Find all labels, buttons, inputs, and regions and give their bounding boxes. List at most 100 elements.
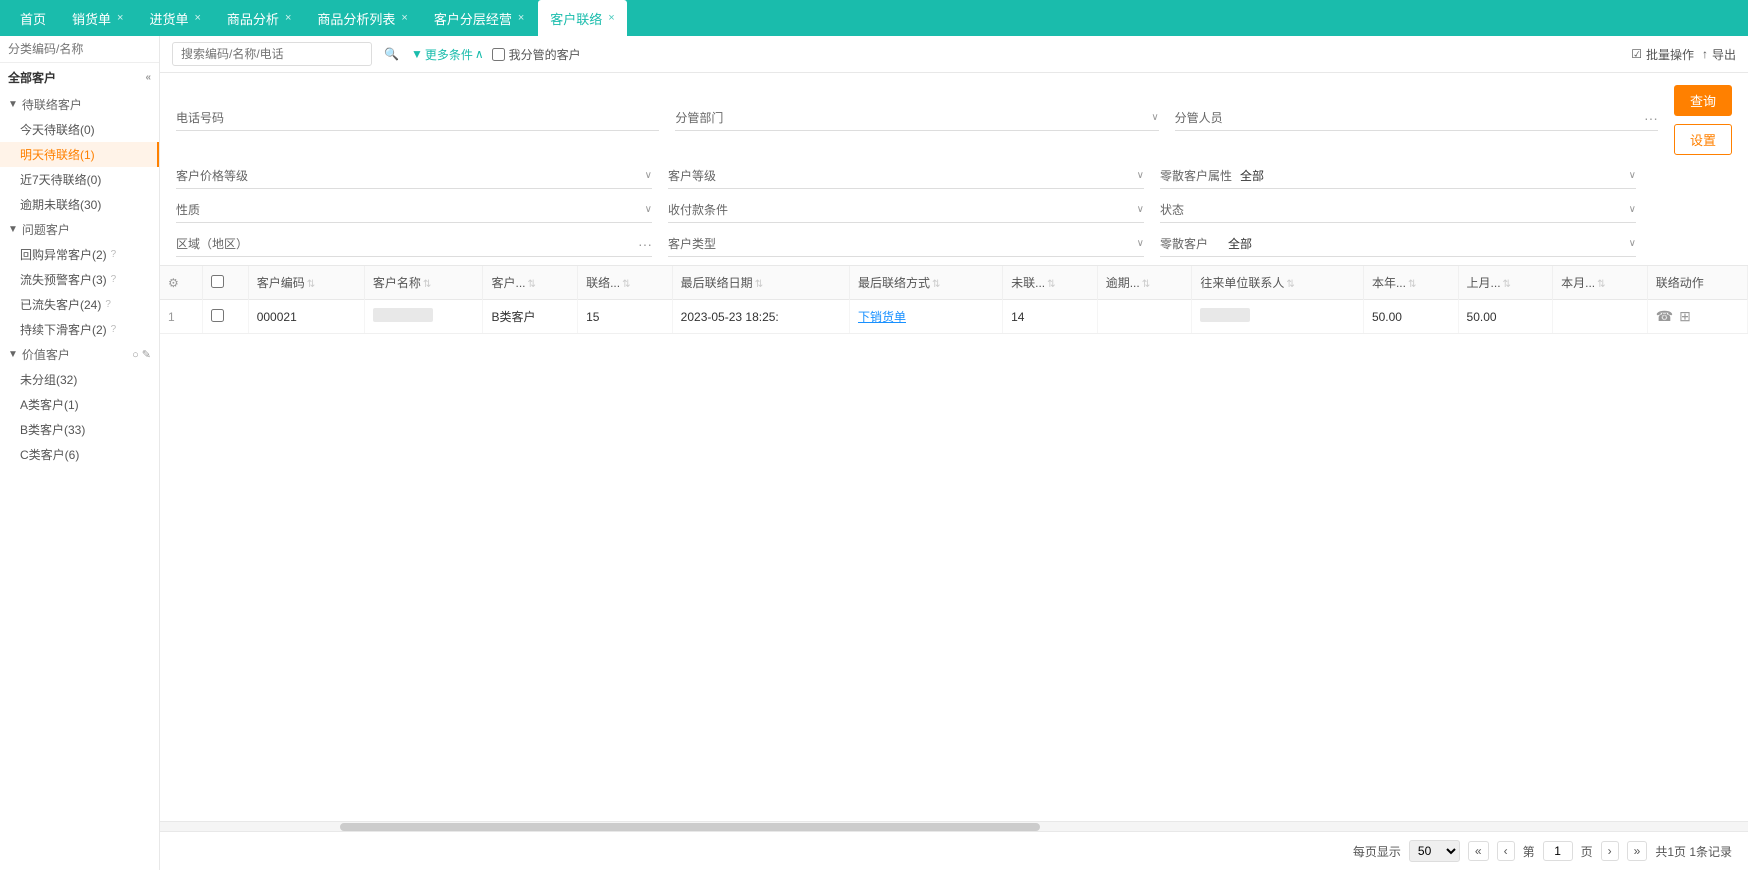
sidebar-item-churned[interactable]: 已流失客户(24) ?: [0, 292, 159, 317]
sidebar-item-7day-contact[interactable]: 近7天待联络(0): [0, 167, 159, 192]
col-settings[interactable]: ⚙: [160, 266, 202, 300]
filter-row-3: 性质 ∨ 收付款条件 ∨ 状态 ∨: [176, 197, 1732, 223]
col-name[interactable]: 客户名称⇅: [364, 266, 483, 300]
col-last-contact-date[interactable]: 最后联络日期⇅: [672, 266, 849, 300]
filter-dept-label: 分管部门: [675, 109, 735, 126]
page-input[interactable]: [1543, 841, 1573, 861]
filter-phone-input[interactable]: [244, 111, 659, 125]
prev-page-button[interactable]: ‹: [1497, 841, 1515, 861]
row-checkbox[interactable]: [211, 309, 224, 322]
col-company-contact[interactable]: 往来单位联系人⇅: [1192, 266, 1364, 300]
sidebar-group-value-customer[interactable]: ▼ 价值客户 ○ ✎: [0, 342, 159, 367]
nav-close-icon[interactable]: ×: [117, 12, 123, 24]
cell-name[interactable]: [364, 300, 483, 334]
more-icon[interactable]: ···: [638, 236, 652, 252]
sort-icon: ⇅: [1047, 279, 1055, 290]
sort-icon: ⇅: [528, 279, 536, 290]
sidebar-item-overdue-contact[interactable]: 逾期未联络(30): [0, 192, 159, 217]
settings-icon[interactable]: ⚙: [168, 276, 179, 290]
col-this-year[interactable]: 本年...⇅: [1363, 266, 1458, 300]
sidebar-group-pending-contact[interactable]: ▼ 待联络客户: [0, 92, 159, 117]
cell-action: ☎ ⊞: [1647, 300, 1747, 334]
sidebar-item-repurchase-abnormal[interactable]: 回购异常客户(2) ?: [0, 242, 159, 267]
scrollbar-thumb[interactable]: [340, 823, 1040, 831]
col-code[interactable]: 客户编码⇅: [248, 266, 364, 300]
search-button[interactable]: 🔍: [380, 45, 403, 63]
sidebar-item-today-contact[interactable]: 今天待联络(0): [0, 117, 159, 142]
col-checkbox: [202, 266, 248, 300]
last-contact-link[interactable]: 下销货单: [858, 310, 906, 324]
filter-customer-type-label: 客户类型: [668, 235, 728, 252]
query-button[interactable]: 查询: [1674, 85, 1732, 116]
cell-this-month: [1553, 300, 1648, 334]
nav-customer-tier[interactable]: 客户分层经营 ×: [422, 0, 536, 36]
arrow-icon: ▼: [8, 349, 18, 360]
cell-last-month: 50.00: [1458, 300, 1553, 334]
all-customers-label[interactable]: 全部客户 «: [0, 63, 159, 92]
nav-close-icon[interactable]: ×: [401, 12, 407, 24]
chevron-down-icon: ∨: [1629, 238, 1636, 249]
nav-close-icon[interactable]: ×: [518, 12, 524, 24]
chevron-down-icon: ∨: [1137, 204, 1144, 215]
grid-action-icon[interactable]: ⊞: [1679, 308, 1691, 325]
filter-funnel-icon: ▼: [411, 47, 423, 61]
col-this-month[interactable]: 本月...⇅: [1553, 266, 1648, 300]
nav-close-active-icon[interactable]: ×: [608, 12, 614, 24]
sidebar-group-problem-customer[interactable]: ▼ 问题客户: [0, 217, 159, 242]
sidebar-item-class-c[interactable]: C类客户(6): [0, 442, 159, 467]
checkbox-icon: ☑: [1631, 47, 1642, 61]
my-customers-checkbox-label[interactable]: 我分管的客户: [492, 46, 581, 63]
sidebar-item-class-b[interactable]: B类客户(33): [0, 417, 159, 442]
help-icon: ?: [111, 249, 117, 260]
cell-checkbox: [202, 300, 248, 334]
nav-home[interactable]: 首页: [8, 0, 58, 36]
col-overdue[interactable]: 逾期...⇅: [1097, 266, 1192, 300]
export-button[interactable]: ↑ 导出: [1702, 46, 1736, 63]
col-uncontacted[interactable]: 未联...⇅: [1003, 266, 1098, 300]
sidebar-item-ungrouped[interactable]: 未分组(32): [0, 367, 159, 392]
sidebar-item-churn-warning[interactable]: 流失预警客户(3) ?: [0, 267, 159, 292]
nav-product-analysis[interactable]: 商品分析 ×: [215, 0, 303, 36]
col-contact-count[interactable]: 联络...⇅: [578, 266, 673, 300]
sidebar: 🔍 全部客户 « ▼ 待联络客户 今天待联络(0) 明天待联络(1) 近7天待联…: [0, 36, 160, 870]
col-last-contact-method[interactable]: 最后联络方式⇅: [849, 266, 1002, 300]
sort-icon: ⇅: [307, 279, 315, 290]
first-page-button[interactable]: «: [1468, 841, 1489, 861]
nav-close-icon[interactable]: ×: [285, 12, 291, 24]
more-filter-button[interactable]: ▼ 更多条件 ∧: [411, 46, 484, 63]
nav-customer-contact[interactable]: 客户联络 ×: [538, 0, 626, 36]
filter-price-grade-label: 客户价格等级: [176, 167, 248, 184]
sidebar-search-input[interactable]: [8, 42, 160, 56]
more-icon[interactable]: ···: [1644, 110, 1658, 126]
select-all-checkbox[interactable]: [211, 275, 224, 288]
per-page-select[interactable]: 50 100 200: [1409, 840, 1460, 862]
last-page-button[interactable]: »: [1627, 841, 1648, 861]
my-customers-checkbox[interactable]: [492, 48, 505, 61]
set-button[interactable]: 设置: [1674, 124, 1732, 155]
sort-icon: ⇅: [755, 279, 763, 290]
col-last-month[interactable]: 上月...⇅: [1458, 266, 1553, 300]
sidebar-item-declining[interactable]: 持续下滑客户(2) ?: [0, 317, 159, 342]
col-type[interactable]: 客户...⇅: [483, 266, 578, 300]
horizontal-scrollbar[interactable]: [160, 821, 1748, 831]
sort-icon: ⇅: [622, 279, 630, 290]
phone-action-icon[interactable]: ☎: [1656, 308, 1673, 325]
table-row: 1 000021 B类客户 15 2023-05-23 18:25: 下销货单 …: [160, 300, 1748, 334]
cell-last-contact-method[interactable]: 下销货单: [849, 300, 1002, 334]
batch-op-button[interactable]: ☑ 批量操作: [1631, 46, 1694, 63]
nav-close-icon[interactable]: ×: [194, 12, 200, 24]
filter-payment-label: 收付款条件: [668, 201, 728, 218]
chevron-up-icon: ∧: [475, 47, 484, 61]
sidebar-item-tomorrow-contact[interactable]: 明天待联络(1): [0, 142, 159, 167]
col-action: 联络动作: [1647, 266, 1747, 300]
nav-sales-order[interactable]: 销货单 ×: [60, 0, 135, 36]
sidebar-item-class-a[interactable]: A类客户(1): [0, 392, 159, 417]
search-input[interactable]: [172, 42, 372, 66]
next-page-button[interactable]: ›: [1601, 841, 1619, 861]
nav-purchase-order[interactable]: 进货单 ×: [137, 0, 212, 36]
chevron-down-icon: ∨: [1629, 204, 1636, 215]
action-icons: ☎ ⊞: [1656, 308, 1739, 325]
nav-product-analysis-list[interactable]: 商品分析列表 ×: [305, 0, 419, 36]
total-records: 共1页 1条记录: [1655, 843, 1732, 860]
chevron-down-icon: ∨: [1629, 170, 1636, 181]
